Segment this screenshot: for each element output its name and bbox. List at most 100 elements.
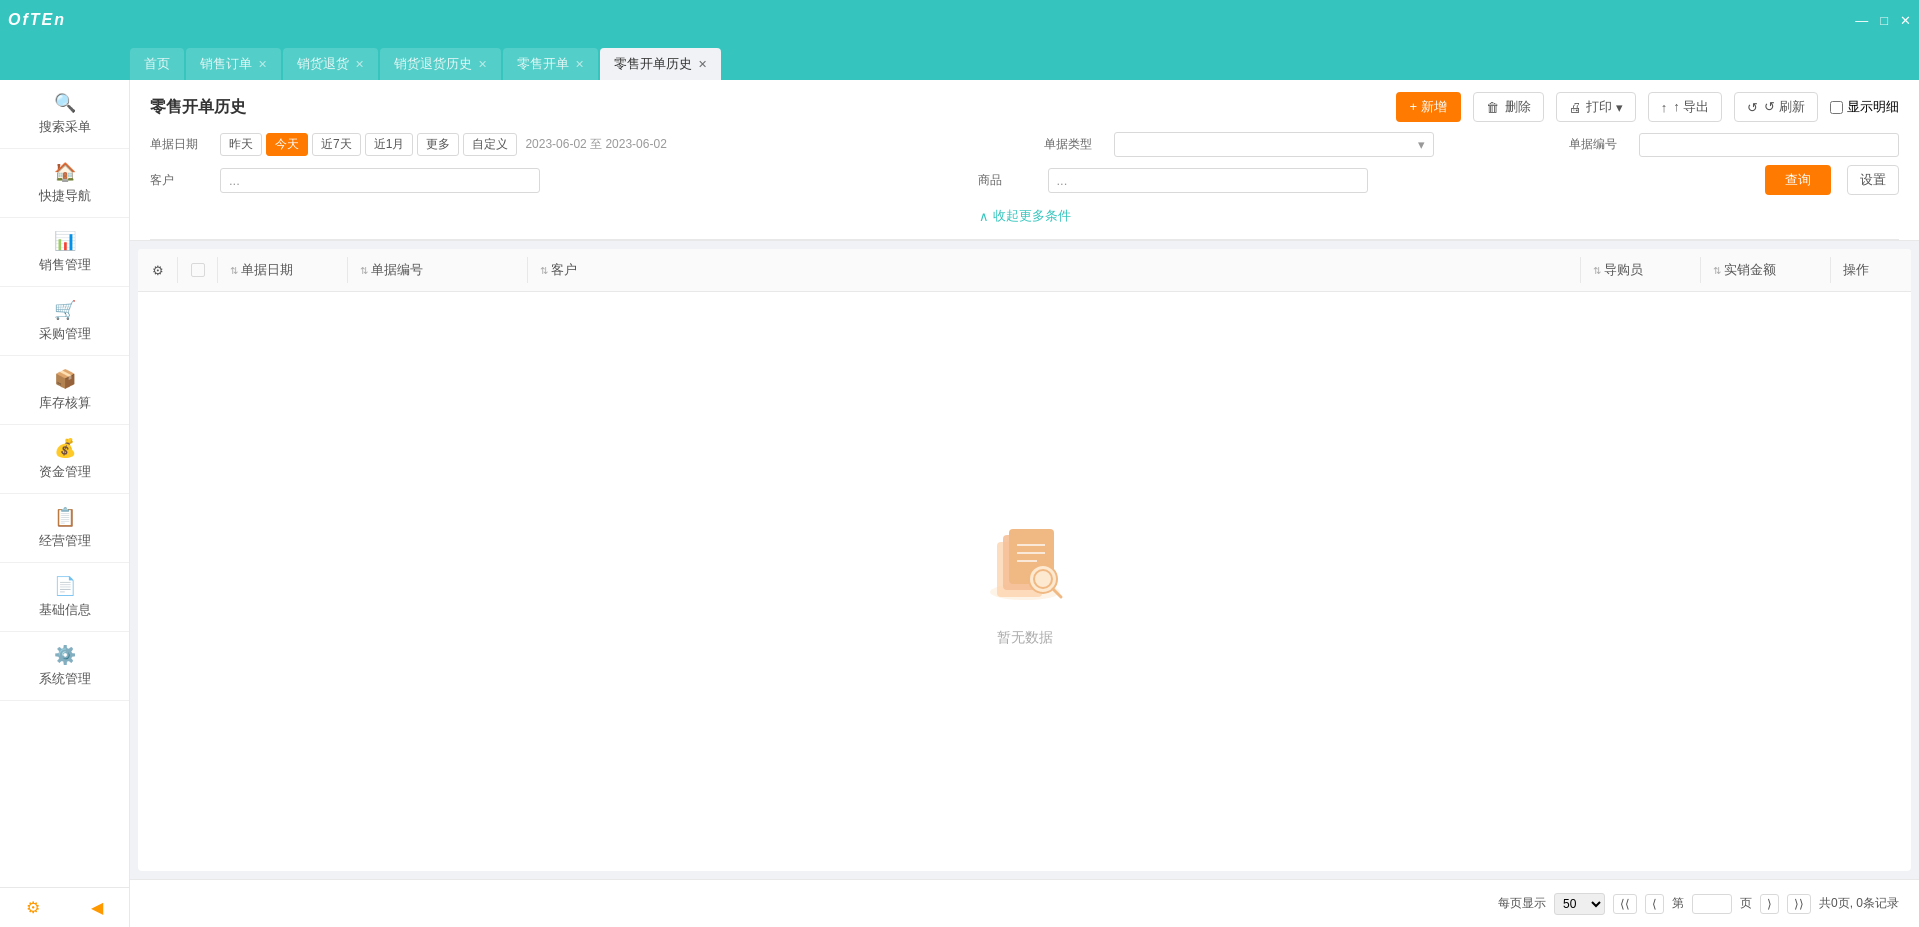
export-button[interactable]: ↑ ↑ 导出: [1648, 92, 1723, 122]
sidebar-item-finance[interactable]: 💰 资金管理: [0, 425, 129, 494]
tab-sales-return-history-close[interactable]: ✕: [478, 58, 487, 71]
per-page-select[interactable]: 50 10 20 100: [1554, 893, 1605, 915]
sidebar-bottom: ⚙ ◀: [0, 887, 129, 927]
bill-no-input[interactable]: [1639, 133, 1899, 157]
display-detail-checkbox-row[interactable]: 显示明细: [1830, 98, 1899, 116]
page-label: 第: [1672, 895, 1684, 912]
collapse-label: 收起更多条件: [993, 207, 1071, 225]
sidebar-item-search[interactable]: 🔍 搜索采单: [0, 80, 129, 149]
tab-sales-return[interactable]: 销货退货 ✕: [283, 48, 378, 80]
sales-icon: 📊: [54, 230, 76, 252]
bill-no-label: 单据编号: [1569, 136, 1629, 153]
sidebar-item-inventory[interactable]: 📦 库存核算: [0, 356, 129, 425]
customer-select[interactable]: ...: [220, 168, 540, 193]
refresh-icon: ↺: [1747, 100, 1758, 115]
main-layout: 🔍 搜索采单 🏠 快捷导航 📊 销售管理 🛒 采购管理 📦 库存核算 💰 资金管…: [0, 80, 1919, 927]
empty-text: 暂无数据: [997, 629, 1053, 647]
display-detail-checkbox[interactable]: [1830, 101, 1843, 114]
tab-sales-order-close[interactable]: ✕: [258, 58, 267, 71]
th-customer[interactable]: ⇅ 客户: [528, 257, 1581, 283]
page-title: 零售开单历史: [150, 97, 246, 118]
tab-retail-open-label: 零售开单: [517, 55, 569, 73]
th-amount[interactable]: ⇅ 实销金额: [1701, 257, 1831, 283]
sort-billno-icon: ⇅: [360, 265, 368, 276]
prev-page-btn[interactable]: ⟨: [1645, 894, 1664, 914]
th-billno[interactable]: ⇅ 单据编号: [348, 257, 528, 283]
add-button[interactable]: + 新增: [1396, 92, 1461, 122]
tab-sales-return-label: 销货退货: [297, 55, 349, 73]
tab-retail-open-close[interactable]: ✕: [575, 58, 584, 71]
customer-dots: ...: [229, 173, 240, 188]
sidebar-item-finance-label: 资金管理: [39, 463, 91, 481]
bill-type-select[interactable]: ▾: [1114, 132, 1434, 157]
header-checkbox[interactable]: [191, 263, 205, 277]
sidebar-item-nav[interactable]: 🏠 快捷导航: [0, 149, 129, 218]
page-input[interactable]: 1: [1692, 894, 1732, 914]
sort-up-icon: ⇅: [230, 265, 238, 276]
table-area: ⚙ ⇅ 单据日期 ⇅ 单据编号 ⇅ 客户 ⇅: [138, 249, 1911, 871]
last-page-btn[interactable]: ⟩⟩: [1787, 894, 1811, 914]
today-btn[interactable]: 今天: [266, 133, 308, 156]
tab-retail-open-history[interactable]: 零售开单历史 ✕: [600, 48, 721, 80]
settings-bottom-icon[interactable]: ⚙: [26, 898, 40, 917]
toolbar-buttons: + 新增 🗑 删除 🖨 打印 ▾ ↑ ↑ 导出 ↺: [1396, 92, 1899, 122]
delete-button[interactable]: 🗑 删除: [1473, 92, 1544, 122]
maximize-btn[interactable]: □: [1880, 13, 1888, 28]
tab-sales-order[interactable]: 销售订单 ✕: [186, 48, 281, 80]
tab-retail-open[interactable]: 零售开单 ✕: [503, 48, 598, 80]
collapse-arrow-icon: ∧: [979, 209, 989, 224]
tab-sales-order-label: 销售订单: [200, 55, 252, 73]
query-button[interactable]: 查询: [1765, 165, 1831, 195]
tab-sales-return-close[interactable]: ✕: [355, 58, 364, 71]
sidebar-item-system[interactable]: ⚙️ 系统管理: [0, 632, 129, 701]
th-guide[interactable]: ⇅ 导购员: [1581, 257, 1701, 283]
export-label: ↑ 导出: [1673, 98, 1709, 116]
th-checkbox[interactable]: [178, 257, 218, 283]
tab-retail-open-history-label: 零售开单历史: [614, 55, 692, 73]
sidebar-item-sales[interactable]: 📊 销售管理: [0, 218, 129, 287]
display-detail-label: 显示明细: [1847, 98, 1899, 116]
th-actions-label: 操作: [1843, 261, 1869, 279]
table-header: ⚙ ⇅ 单据日期 ⇅ 单据编号 ⇅ 客户 ⇅: [138, 249, 1911, 292]
sidebar-item-operation[interactable]: 📋 经营管理: [0, 494, 129, 563]
refresh-button[interactable]: ↺ ↺ 刷新: [1734, 92, 1818, 122]
sidebar-item-sales-label: 销售管理: [39, 256, 91, 274]
tab-sales-return-history[interactable]: 销货退货历史 ✕: [380, 48, 501, 80]
minimize-btn[interactable]: —: [1855, 13, 1868, 28]
basic-icon: 📄: [54, 575, 76, 597]
finance-icon: 💰: [54, 437, 76, 459]
month-btn[interactable]: 近1月: [365, 133, 414, 156]
product-dots: ...: [1057, 173, 1068, 188]
brand-logo: OfTEn: [8, 11, 66, 29]
collapse-sidebar-icon[interactable]: ◀: [91, 898, 103, 917]
close-btn[interactable]: ✕: [1900, 13, 1911, 28]
sidebar-item-system-label: 系统管理: [39, 670, 91, 688]
print-label: 打印: [1586, 98, 1612, 116]
print-button[interactable]: 🖨 打印 ▾: [1556, 92, 1636, 122]
next-page-btn[interactable]: ⟩: [1760, 894, 1779, 914]
setting-button[interactable]: 设置: [1847, 165, 1899, 195]
collapse-row: ∧ 收起更多条件: [150, 203, 1899, 229]
th-settings[interactable]: ⚙: [138, 257, 178, 283]
first-page-btn[interactable]: ⟨⟨: [1613, 894, 1637, 914]
tab-retail-open-history-close[interactable]: ✕: [698, 58, 707, 71]
yesterday-btn[interactable]: 昨天: [220, 133, 262, 156]
collapse-button[interactable]: ∧ 收起更多条件: [979, 203, 1071, 229]
sidebar-item-basic[interactable]: 📄 基础信息: [0, 563, 129, 632]
date-label: 单据日期: [150, 136, 210, 153]
sort-customer-icon: ⇅: [540, 265, 548, 276]
print-arrow-icon: ▾: [1616, 100, 1623, 115]
th-actions: 操作: [1831, 257, 1911, 283]
th-date[interactable]: ⇅ 单据日期: [218, 257, 348, 283]
week-btn[interactable]: 近7天: [312, 133, 361, 156]
content-area: 零售开单历史 + 新增 🗑 删除 🖨 打印 ▾ ↑ ↑ 导出: [130, 80, 1919, 927]
sidebar-item-operation-label: 经营管理: [39, 532, 91, 550]
export-icon: ↑: [1661, 100, 1668, 115]
custom-btn[interactable]: 自定义: [463, 133, 517, 156]
tab-home[interactable]: 首页: [130, 48, 184, 80]
product-select[interactable]: ...: [1048, 168, 1368, 193]
bill-type-arrow-icon: ▾: [1418, 137, 1425, 152]
more-btn[interactable]: 更多: [417, 133, 459, 156]
refresh-label: ↺ 刷新: [1764, 98, 1805, 116]
sidebar-item-purchase[interactable]: 🛒 采购管理: [0, 287, 129, 356]
